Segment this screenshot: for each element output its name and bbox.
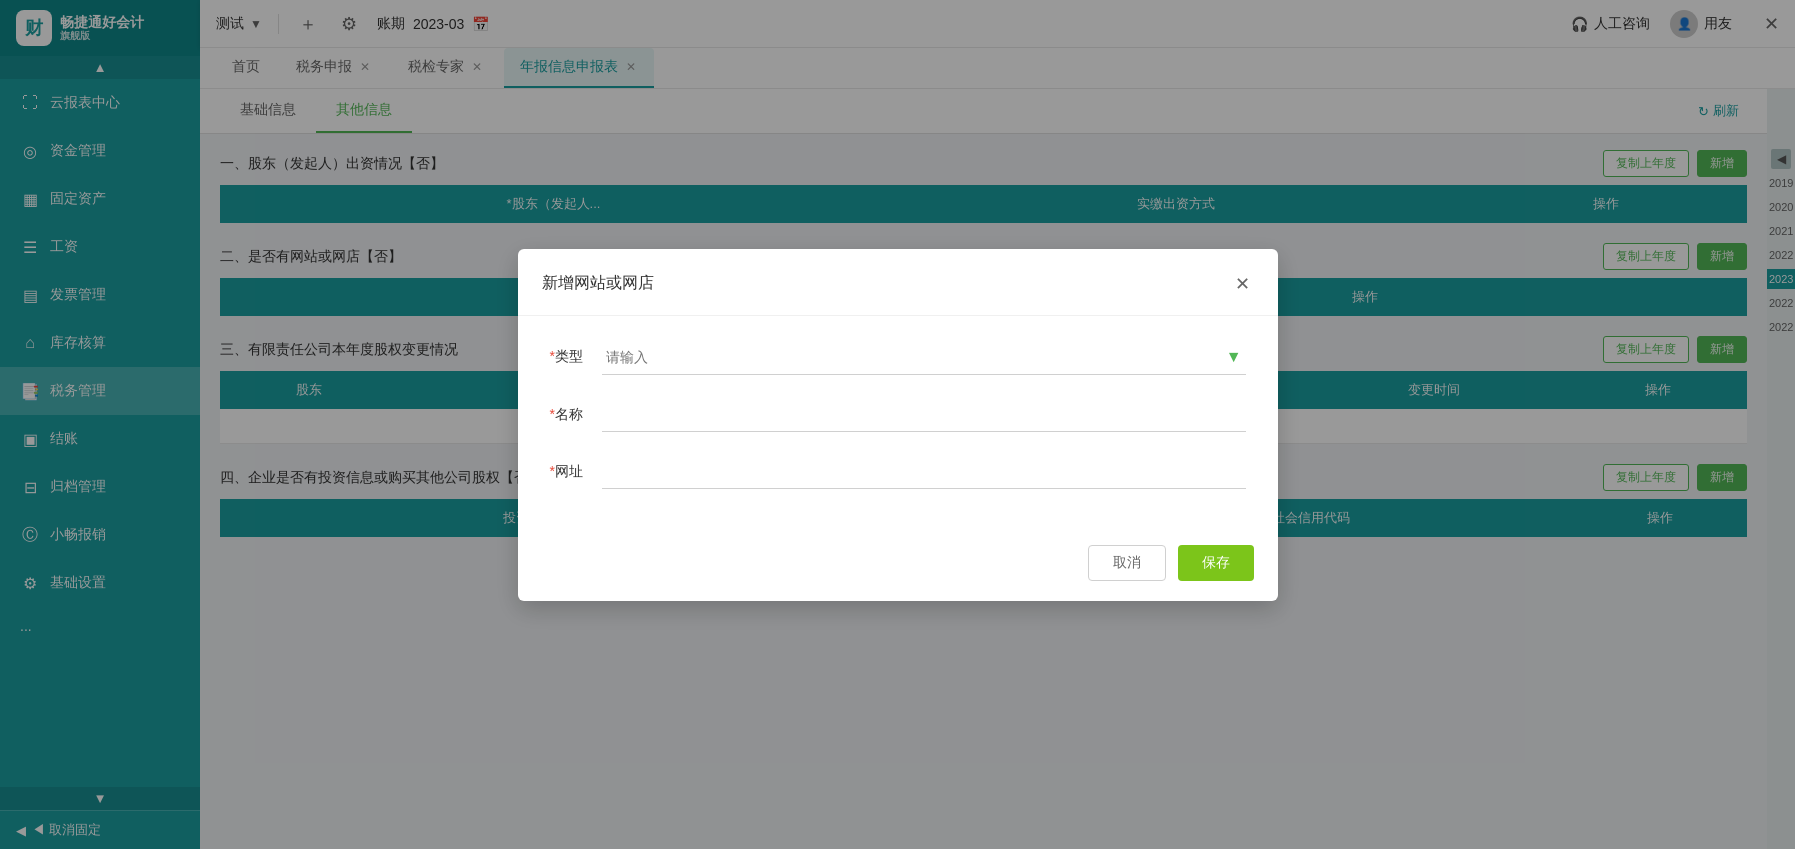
dialog-close-button[interactable]: ✕ (1231, 269, 1254, 299)
add-website-dialog: 新增网站或网店 ✕ *类型 ▼ *名称 (518, 249, 1278, 601)
form-row-name: *名称 (550, 399, 1246, 432)
url-input[interactable] (602, 456, 1246, 489)
cancel-button[interactable]: 取消 (1088, 545, 1166, 581)
form-field-url (602, 456, 1246, 489)
type-dropdown-icon[interactable]: ▼ (1226, 348, 1242, 366)
dialog-title: 新增网站或网店 (542, 273, 654, 294)
dialog-footer: 取消 保存 (518, 533, 1278, 601)
form-field-name (602, 399, 1246, 432)
type-select-row: ▼ (602, 340, 1246, 375)
type-input[interactable] (606, 349, 1226, 365)
form-label-type: *类型 (550, 348, 590, 366)
form-label-name: *名称 (550, 406, 590, 424)
form-row-type: *类型 ▼ (550, 340, 1246, 375)
required-marker-url: * (550, 463, 555, 479)
dialog-overlay[interactable]: 新增网站或网店 ✕ *类型 ▼ *名称 (0, 0, 1795, 849)
name-input[interactable] (602, 399, 1246, 432)
form-label-url: *网址 (550, 463, 590, 481)
form-row-url: *网址 (550, 456, 1246, 489)
required-marker-name: * (550, 406, 555, 422)
dialog-body: *类型 ▼ *名称 (518, 316, 1278, 533)
save-button[interactable]: 保存 (1178, 545, 1254, 581)
form-field-type: ▼ (602, 340, 1246, 375)
required-marker: * (550, 348, 555, 364)
dialog-header: 新增网站或网店 ✕ (518, 249, 1278, 316)
